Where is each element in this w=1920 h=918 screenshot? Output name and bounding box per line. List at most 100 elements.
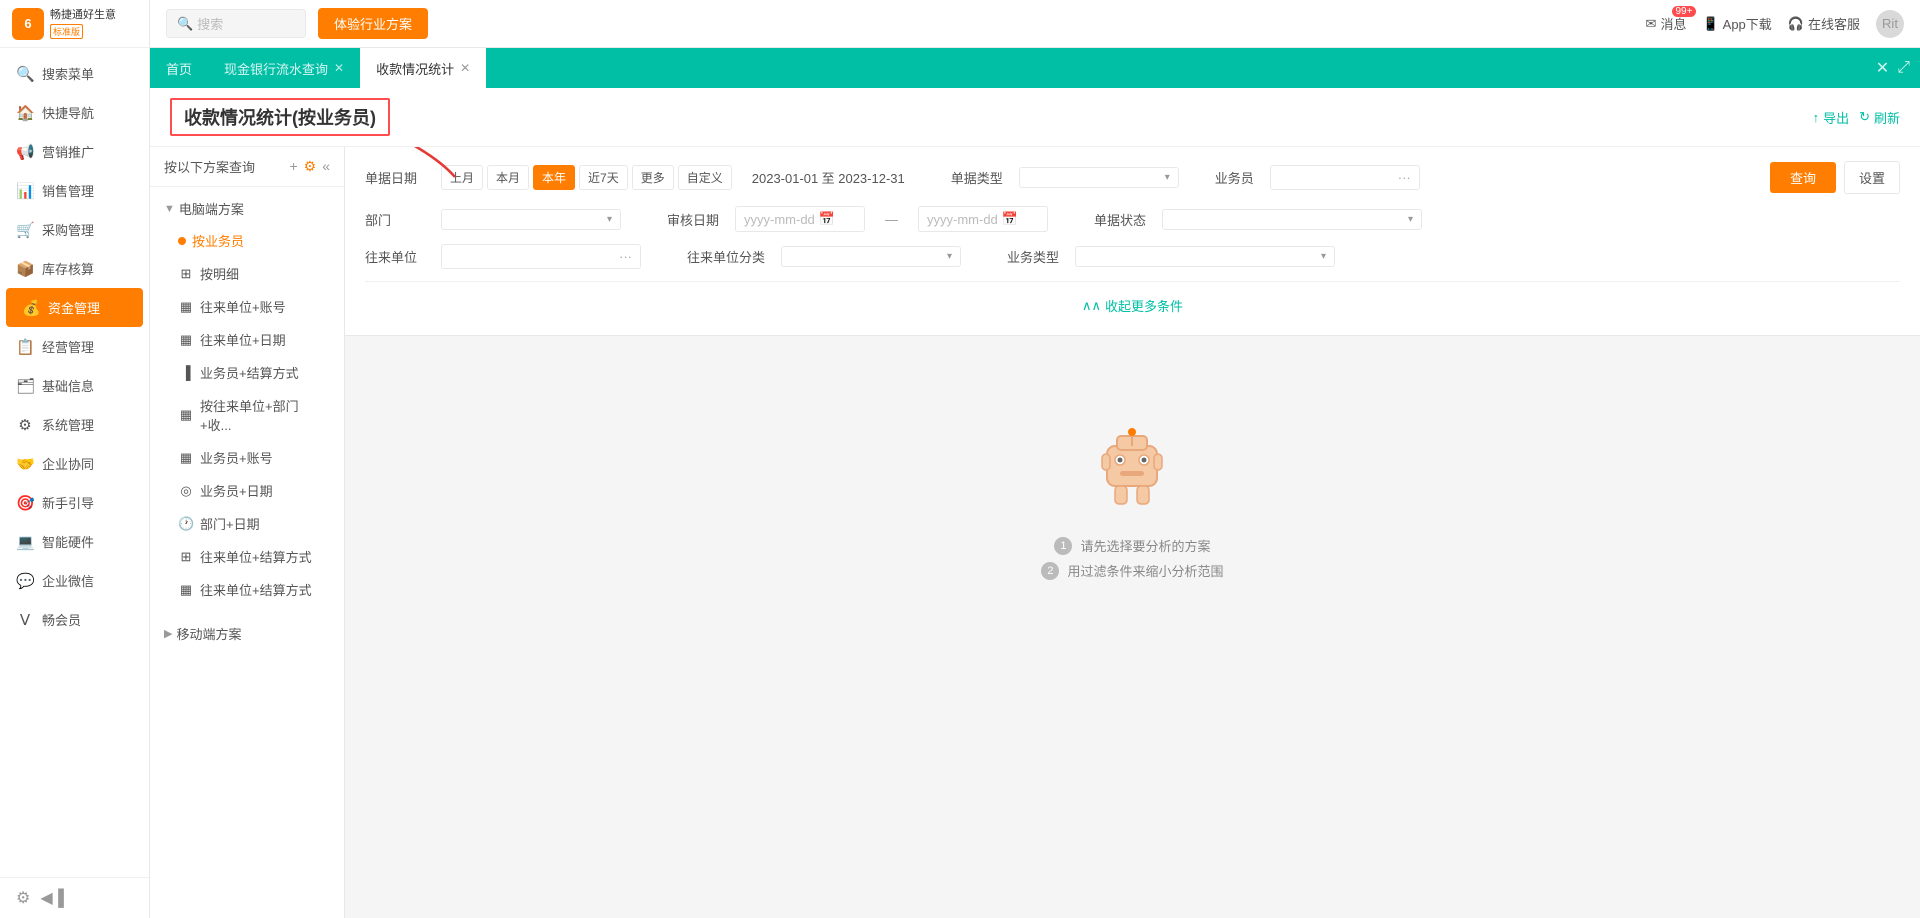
doc-status-select[interactable]: ▾ bbox=[1162, 209, 1422, 230]
date-btn-custom[interactable]: 自定义 bbox=[678, 165, 732, 190]
salesman-label: 业务员 bbox=[1215, 171, 1254, 186]
scheme-item-supplier-account[interactable]: ▦ 往来单位+账号 bbox=[150, 290, 344, 323]
desktop-group-title[interactable]: ▼ 电脑端方案 bbox=[150, 193, 344, 224]
audit-date-end[interactable]: yyyy-mm-dd 📅 bbox=[918, 206, 1048, 232]
salesman-more-icon: ··· bbox=[1398, 170, 1411, 185]
topbar-search[interactable]: 🔍 搜索 bbox=[166, 9, 306, 38]
scheme-item-salesman-account[interactable]: ▦ 业务员+账号 bbox=[150, 441, 344, 474]
wechat-icon: 💬 bbox=[16, 572, 34, 590]
sidebar-item-member[interactable]: Ⅴ 畅会员 bbox=[0, 600, 149, 639]
collapse-filter-btn[interactable]: ∧∧ 收起更多条件 bbox=[1082, 290, 1183, 321]
scheme-item-salesman-settlement[interactable]: ▐ 业务员+结算方式 bbox=[150, 356, 344, 389]
filter-row-2: 部门 ▾ 审核日期 yyyy-mm-dd 📅 — yyyy-mm-dd bbox=[365, 206, 1900, 232]
sidebar-item-inventory[interactable]: 📦 库存核算 bbox=[0, 249, 149, 288]
audit-date-start[interactable]: yyyy-mm-dd 📅 bbox=[735, 206, 865, 232]
scheme-item-by-detail[interactable]: ⊞ 按明细 bbox=[150, 257, 344, 290]
scheme-item-dept-date[interactable]: 🕐 部门+日期 bbox=[150, 507, 344, 540]
sidebar-item-guide[interactable]: 🎯 新手引导 bbox=[0, 483, 149, 522]
export-btn[interactable]: ↑ 导出 bbox=[1813, 108, 1850, 127]
partner-category-select[interactable]: ▾ bbox=[781, 246, 961, 267]
empty-robot-icon bbox=[1082, 416, 1182, 516]
date-btn-this-month[interactable]: 本月 bbox=[487, 165, 529, 190]
salesman-select[interactable]: ··· bbox=[1270, 165, 1420, 190]
date-btn-this-year[interactable]: 本年 bbox=[533, 165, 575, 190]
desktop-group-arrow: ▼ bbox=[164, 203, 175, 215]
headset-icon: 🎧 bbox=[1788, 16, 1804, 32]
sidebar-item-basic-info[interactable]: 🗂 基础信息 bbox=[0, 366, 149, 405]
empty-state: 1 请先选择要分析的方案 2 用过滤条件来缩小分析范围 bbox=[1041, 416, 1223, 586]
sidebar-item-wechat[interactable]: 💬 企业微信 bbox=[0, 561, 149, 600]
scheme-item-supplier-settle1[interactable]: ⊞ 往来单位+结算方式 bbox=[150, 540, 344, 573]
system-icon: ⚙ bbox=[16, 416, 34, 434]
partner-select[interactable]: ··· bbox=[441, 244, 641, 269]
calendar-icon2: 📅 bbox=[1002, 211, 1018, 227]
sidebar-item-enterprise[interactable]: 🤝 企业协同 bbox=[0, 444, 149, 483]
active-dot-icon bbox=[178, 237, 186, 245]
sidebar-item-smart-hw[interactable]: 💻 智能硬件 bbox=[0, 522, 149, 561]
dept-select[interactable]: ▾ bbox=[441, 209, 621, 230]
biz-type-label: 业务类型 bbox=[1007, 250, 1059, 265]
tab-close-all-icon[interactable]: ✕ bbox=[1876, 58, 1889, 78]
tab-expand-icon[interactable]: ⤢ bbox=[1897, 59, 1910, 77]
member-icon: Ⅴ bbox=[16, 611, 34, 629]
partner-label: 往来单位 bbox=[365, 247, 425, 266]
scheme-item-salesman-date[interactable]: ◎ 业务员+日期 bbox=[150, 474, 344, 507]
smart-hw-icon: 💻 bbox=[16, 533, 34, 551]
sidebar-item-finance[interactable]: 💰 资金管理 bbox=[6, 288, 143, 327]
collapse-up-icon: ∧∧ bbox=[1082, 298, 1101, 314]
tabbar: 首页 现金银行流水查询 ✕ 收款情况统计 ✕ ✕ ⤢ bbox=[150, 48, 1920, 88]
sidebar-item-operation[interactable]: 📋 经营管理 bbox=[0, 327, 149, 366]
logo-text: 畅捷通好生意 bbox=[50, 8, 116, 22]
table-icon: ▦ bbox=[178, 299, 194, 315]
query-btn[interactable]: 查询 bbox=[1770, 162, 1836, 193]
sidebar-item-quick-nav[interactable]: 🏠 快捷导航 bbox=[0, 93, 149, 132]
tab-collection-stat-close[interactable]: ✕ bbox=[460, 61, 470, 75]
refresh-btn[interactable]: ↻ 刷新 bbox=[1859, 108, 1900, 127]
tab-collection-stat[interactable]: 收款情况统计 ✕ bbox=[360, 48, 486, 88]
biz-type-select[interactable]: ▾ bbox=[1075, 246, 1335, 267]
scheme-item-supplier-date[interactable]: ▦ 往来单位+日期 bbox=[150, 323, 344, 356]
main-area: 🔍 搜索 体验行业方案 ✉ 消息 99+ 📱 App下载 🎧 在线客服 Rit bbox=[150, 0, 1920, 918]
sidebar-item-system[interactable]: ⚙ 系统管理 bbox=[0, 405, 149, 444]
page-title: 收款情况统计(按业务员) bbox=[170, 98, 390, 136]
date-btn-more[interactable]: 更多 bbox=[632, 165, 674, 190]
scheme-settings-btn[interactable]: ⚙ bbox=[304, 158, 317, 175]
scheme-item-supplier-settle2[interactable]: ▦ 往来单位+结算方式 bbox=[150, 573, 344, 606]
message-btn[interactable]: ✉ 消息 99+ bbox=[1646, 14, 1687, 33]
collapse-panel-btn[interactable]: « bbox=[322, 158, 330, 175]
trial-btn[interactable]: 体验行业方案 bbox=[318, 8, 428, 39]
tab-bank-flow[interactable]: 现金银行流水查询 ✕ bbox=[208, 48, 360, 88]
scheme-item-by-salesman[interactable]: 按业务员 bbox=[150, 224, 344, 257]
home-icon: 🏠 bbox=[16, 104, 34, 122]
add-scheme-btn[interactable]: + bbox=[289, 158, 297, 175]
scheme-item-supplier-dept-collect[interactable]: ▦ 按往来单位+部门+收... bbox=[150, 389, 344, 441]
desktop-scheme-group: ▼ 电脑端方案 按业务员 ⊞ 按明细 ▦ 往来单位+账号 ▦ bbox=[150, 187, 344, 612]
sidebar-item-purchase[interactable]: 🛒 采购管理 bbox=[0, 210, 149, 249]
dept-label: 部门 bbox=[365, 210, 425, 229]
collapse-sidebar-icon[interactable]: ◀▐ bbox=[40, 888, 64, 908]
user-avatar[interactable]: Rit bbox=[1876, 10, 1904, 38]
search-icon: 🔍 bbox=[177, 16, 193, 32]
settings-bottom-icon[interactable]: ⚙ bbox=[16, 888, 30, 908]
date-btn-last-month[interactable]: 上月 bbox=[441, 165, 483, 190]
table-icon3: ▦ bbox=[178, 407, 194, 423]
sidebar-nav: 🔍 搜索菜单 🏠 快捷导航 📢 营销推广 📊 销售管理 🛒 采购管理 📦 库存核… bbox=[0, 48, 149, 877]
topbar-left: 🔍 搜索 体验行业方案 bbox=[166, 8, 428, 39]
date-range-display: 2023-01-01 至 2023-12-31 bbox=[752, 168, 905, 187]
online-service-btn[interactable]: 🎧 在线客服 bbox=[1788, 14, 1860, 33]
date-btn-7days[interactable]: 近7天 bbox=[579, 165, 628, 190]
filter-settings-btn[interactable]: 设置 bbox=[1844, 161, 1900, 194]
tab-home[interactable]: 首页 bbox=[150, 48, 208, 88]
sidebar-item-sales[interactable]: 📊 销售管理 bbox=[0, 171, 149, 210]
tip-num-2: 2 bbox=[1041, 562, 1059, 580]
sidebar-bottom: ⚙ ◀▐ bbox=[0, 877, 149, 918]
sidebar-item-search-menu[interactable]: 🔍 搜索菜单 bbox=[0, 54, 149, 93]
sidebar-item-marketing[interactable]: 📢 营销推广 bbox=[0, 132, 149, 171]
app-download-btn[interactable]: 📱 App下载 bbox=[1702, 14, 1771, 33]
tab-bank-flow-close[interactable]: ✕ bbox=[334, 61, 344, 75]
doc-type-select[interactable]: ▾ bbox=[1019, 167, 1179, 188]
left-panel-title: 按以下方案查询 bbox=[164, 157, 255, 176]
purchase-icon: 🛒 bbox=[16, 221, 34, 239]
mobile-group-title[interactable]: ▶ 移动端方案 bbox=[150, 618, 344, 649]
left-panel-header: 按以下方案查询 + ⚙ « bbox=[150, 147, 344, 187]
